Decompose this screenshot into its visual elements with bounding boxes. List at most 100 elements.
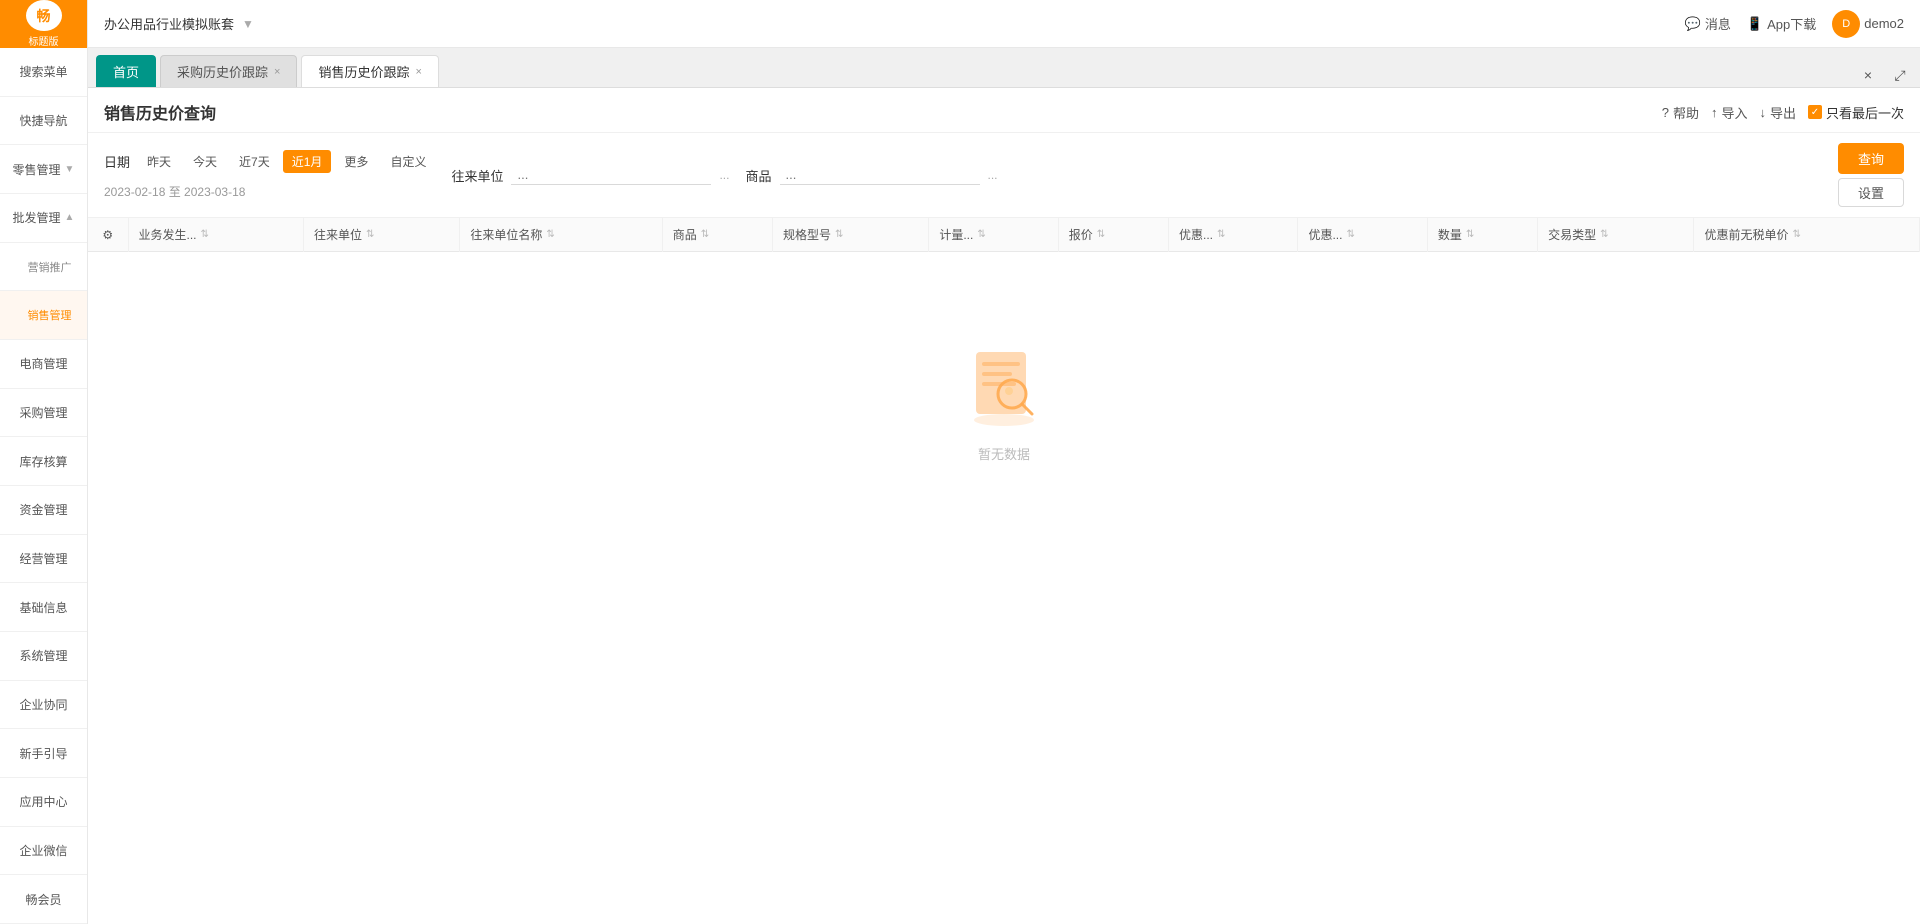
page-header-actions: ? 帮助 ↑ 导入 ↓ 导出 ✓ 只看最后一次 (1662, 103, 1904, 122)
partner-input-dots[interactable]: ... (719, 168, 729, 182)
page-content: 销售历史价查询 ? 帮助 ↑ 导入 ↓ 导出 ✓ 只看最后一次 (88, 88, 1920, 924)
empty-icon (954, 332, 1054, 432)
sidebar-item-new-guide[interactable]: 新手引导 (0, 729, 87, 778)
date-btn-custom[interactable]: 自定义 (381, 150, 435, 173)
partner-label: 往来单位 (451, 166, 503, 185)
th-unit[interactable]: 计量... ⇅ (929, 218, 1058, 252)
settings-button[interactable]: 设置 (1838, 178, 1904, 207)
partner-input[interactable] (511, 165, 711, 185)
date-btn-yesterday[interactable]: 昨天 (138, 150, 180, 173)
sidebar-item-base-info[interactable]: 基础信息 (0, 583, 87, 632)
goods-label: 商品 (745, 166, 771, 185)
th-spec[interactable]: 规格型号 ⇅ (773, 218, 929, 252)
message-icon: 💬 (1685, 16, 1701, 32)
sidebar: 畅 标题版 搜索菜单 快捷导航 零售管理 ▼ 批发管理 ▲ 营销推广 销售管理 … (0, 0, 88, 924)
gear-icon: ⚙ (102, 228, 113, 242)
tab-sales-history-close-icon[interactable]: × (415, 66, 421, 78)
only-last-checkbox[interactable]: ✓ 只看最后一次 (1808, 103, 1904, 122)
sidebar-item-wholesale-mgmt[interactable]: 批发管理 ▲ (0, 194, 87, 243)
sort-icon-pre-tax-price: ⇅ (1792, 229, 1800, 240)
main-area: 办公用品行业模拟账套 ▼ 💬 消息 📱 App下载 D demo2 首页 (88, 0, 1920, 924)
sidebar-item-vip-member[interactable]: 畅会员 (0, 875, 87, 924)
import-icon: ↑ (1711, 105, 1718, 120)
th-partner-code[interactable]: 往来单位 ⇅ (304, 218, 460, 252)
sidebar-item-ecom-mgmt[interactable]: 电商管理 (0, 340, 87, 389)
data-table: ⚙ 业务发生... ⇅ 往来单位 ⇅ (88, 218, 1920, 252)
sidebar-item-sales-mgmt[interactable]: 销售管理 (0, 291, 87, 340)
th-partner-name[interactable]: 往来单位名称 ⇅ (460, 218, 662, 252)
tab-sales-history[interactable]: 销售历史价跟踪 × (301, 55, 438, 87)
export-action[interactable]: ↓ 导出 (1759, 103, 1796, 122)
export-icon: ↓ (1759, 105, 1766, 120)
sidebar-item-app-center[interactable]: 应用中心 (0, 778, 87, 827)
sidebar-logo[interactable]: 畅 标题版 (0, 0, 87, 48)
chevron-down-icon: ▼ (65, 164, 75, 175)
sidebar-item-quick-nav[interactable]: 快捷导航 (0, 97, 87, 146)
th-discount1[interactable]: 优惠... ⇅ (1169, 218, 1298, 252)
message-btn[interactable]: 💬 消息 (1685, 14, 1731, 33)
import-action[interactable]: ↑ 导入 (1711, 103, 1748, 122)
goods-input[interactable] (780, 165, 980, 185)
date-btn-last1month[interactable]: 近1月 (283, 150, 332, 173)
th-quantity[interactable]: 数量 ⇅ (1427, 218, 1537, 252)
date-btn-today[interactable]: 今天 (184, 150, 226, 173)
tabbar: 首页 采购历史价跟踪 × 销售历史价跟踪 × × ⤢ (88, 48, 1920, 88)
sidebar-item-search-menu[interactable]: 搜索菜单 (0, 48, 87, 97)
sidebar-item-sys-mgmt[interactable]: 系统管理 (0, 632, 87, 681)
action-buttons: 查询 设置 (1838, 143, 1904, 207)
checkbox-checked-icon: ✓ (1808, 105, 1822, 119)
goods-filter-group: 商品 ... (745, 165, 997, 185)
goods-input-dots[interactable]: ... (988, 168, 998, 182)
topbar-left: 办公用品行业模拟账套 ▼ (104, 14, 254, 33)
app-download-btn[interactable]: 📱 App下载 (1747, 14, 1816, 33)
close-all-tabs-btn[interactable]: × (1856, 63, 1880, 87)
sort-icon-discount1: ⇅ (1217, 229, 1225, 240)
help-action[interactable]: ? 帮助 (1662, 103, 1699, 122)
query-button[interactable]: 查询 (1838, 143, 1904, 174)
username: demo2 (1864, 16, 1904, 31)
topbar: 办公用品行业模拟账套 ▼ 💬 消息 📱 App下载 D demo2 (88, 0, 1920, 48)
tab-controls: × ⤢ (1856, 63, 1912, 87)
page-header: 销售历史价查询 ? 帮助 ↑ 导入 ↓ 导出 ✓ 只看最后一次 (88, 88, 1920, 133)
sidebar-item-enterprise-collab[interactable]: 企业协同 (0, 681, 87, 730)
sidebar-item-ops-mgmt[interactable]: 经营管理 (0, 535, 87, 584)
sort-icon-unit: ⇅ (977, 229, 985, 240)
logo-icon: 畅 (26, 0, 62, 31)
sort-icon-quote: ⇅ (1097, 229, 1105, 240)
chevron-up-icon: ▲ (65, 212, 75, 223)
user-avatar-area[interactable]: D demo2 (1832, 10, 1904, 38)
sort-icon-partner-code: ⇅ (366, 229, 374, 240)
sidebar-item-retail-mgmt[interactable]: 零售管理 ▼ (0, 145, 87, 194)
logo-text: 标题版 (29, 33, 59, 48)
dropdown-icon[interactable]: ▼ (242, 17, 254, 31)
topbar-title: 办公用品行业模拟账套 (104, 14, 234, 33)
th-settings[interactable]: ⚙ (88, 218, 128, 252)
date-range-text: 2023-02-18 至 2023-03-18 (104, 183, 245, 200)
table-container: ⚙ 业务发生... ⇅ 往来单位 ⇅ (88, 218, 1920, 924)
date-btn-more[interactable]: 更多 (335, 150, 377, 173)
sidebar-item-purchase-mgmt[interactable]: 采购管理 (0, 389, 87, 438)
maximize-btn[interactable]: ⤢ (1888, 63, 1912, 87)
sidebar-item-marketing[interactable]: 营销推广 (0, 243, 87, 292)
th-trade-type[interactable]: 交易类型 ⇅ (1538, 218, 1694, 252)
sort-icon-partner-name: ⇅ (546, 229, 554, 240)
th-quote[interactable]: 报价 ⇅ (1058, 218, 1168, 252)
th-goods[interactable]: 商品 ⇅ (662, 218, 772, 252)
help-icon: ? (1662, 105, 1669, 120)
th-pre-tax-price[interactable]: 优惠前无税单价 ⇅ (1694, 218, 1920, 252)
th-biz-date[interactable]: 业务发生... ⇅ (128, 218, 304, 252)
empty-state: 暂无数据 (88, 252, 1920, 543)
tab-purchase-history[interactable]: 采购历史价跟踪 × (160, 55, 297, 87)
sidebar-item-inventory[interactable]: 库存核算 (0, 437, 87, 486)
sort-icon-quantity: ⇅ (1466, 229, 1474, 240)
filter-area: 日期 昨天 今天 近7天 近1月 更多 自定义 2023-02-18 至 202… (88, 133, 1920, 218)
th-discount2[interactable]: 优惠... ⇅ (1298, 218, 1427, 252)
app-download-icon: 📱 (1747, 16, 1763, 32)
sidebar-item-enterprise-wechat[interactable]: 企业微信 (0, 827, 87, 876)
sort-icon-discount2: ⇅ (1346, 229, 1354, 240)
sidebar-item-finance-mgmt[interactable]: 资金管理 (0, 486, 87, 535)
date-btn-last7days[interactable]: 近7天 (230, 150, 279, 173)
tab-purchase-history-close-icon[interactable]: × (274, 66, 280, 78)
tab-home[interactable]: 首页 (96, 55, 156, 87)
topbar-right: 💬 消息 📱 App下载 D demo2 (1685, 10, 1904, 38)
